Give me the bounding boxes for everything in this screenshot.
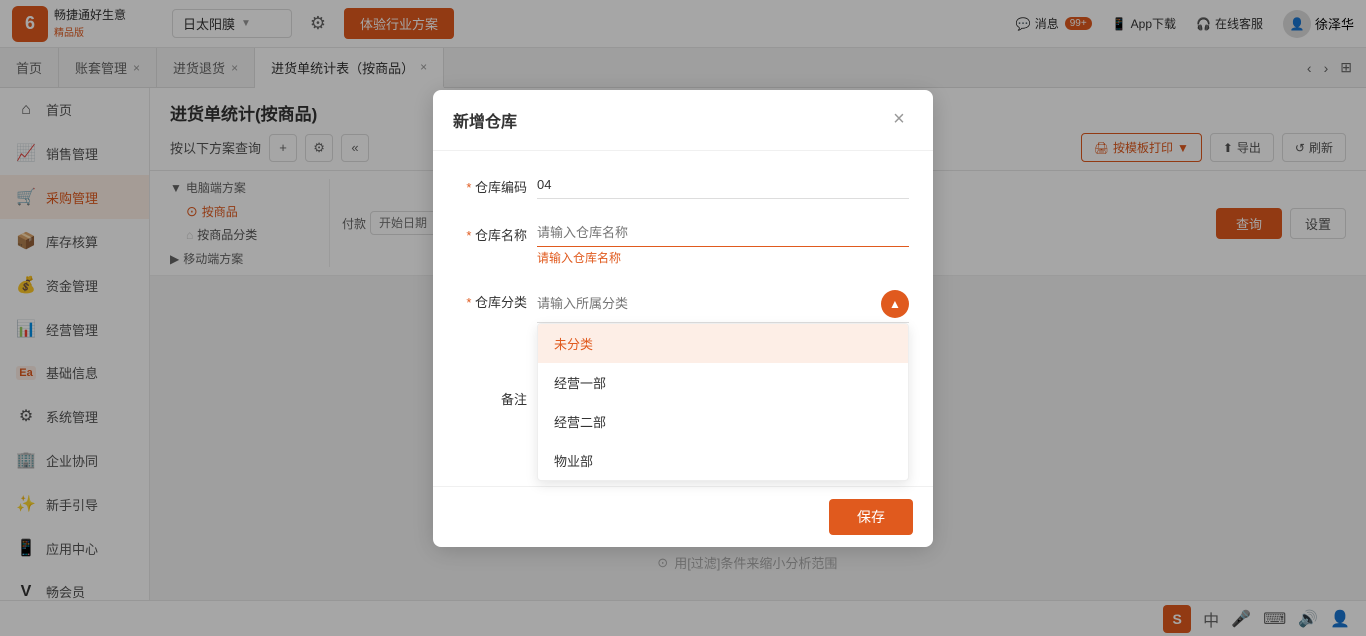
category-option-dept1[interactable]: 经营一部 bbox=[538, 363, 908, 402]
new-warehouse-dialog: 新增仓库 × 仓库编码 仓库名称 请输入仓库名称 bbox=[433, 90, 933, 547]
dialog-header: 新增仓库 × bbox=[433, 90, 933, 151]
dialog-overlay: 新增仓库 × 仓库编码 仓库名称 请输入仓库名称 bbox=[0, 0, 1366, 636]
dialog-close-button[interactable]: × bbox=[885, 106, 913, 134]
category-form-row: 仓库分类 ▲ 未分类 经营一部 经营二部 物业部 bbox=[457, 286, 909, 323]
note-label: 备注 bbox=[457, 383, 527, 408]
dialog-body: 仓库编码 仓库名称 请输入仓库名称 仓库分类 bbox=[433, 151, 933, 486]
category-toggle-button[interactable]: ▲ bbox=[881, 290, 909, 318]
code-field bbox=[537, 171, 909, 199]
name-label: 仓库名称 bbox=[457, 219, 527, 244]
category-dropdown: 未分类 经营一部 经营二部 物业部 bbox=[537, 323, 909, 481]
category-option-dept3[interactable]: 物业部 bbox=[538, 441, 908, 480]
category-field: ▲ 未分类 经营一部 经营二部 物业部 bbox=[537, 286, 909, 323]
code-input[interactable] bbox=[537, 171, 909, 199]
name-field: 请输入仓库名称 bbox=[537, 219, 909, 266]
category-label: 仓库分类 bbox=[457, 286, 527, 311]
code-label: 仓库编码 bbox=[457, 171, 527, 196]
code-form-row: 仓库编码 bbox=[457, 171, 909, 199]
category-input[interactable] bbox=[537, 296, 881, 311]
category-input-wrap: ▲ bbox=[537, 286, 909, 323]
category-option-unclassified[interactable]: 未分类 bbox=[538, 324, 908, 363]
name-form-row: 仓库名称 请输入仓库名称 bbox=[457, 219, 909, 266]
dialog-footer: 保存 bbox=[433, 486, 933, 547]
name-error-msg: 请输入仓库名称 bbox=[537, 249, 909, 266]
dialog-title: 新增仓库 bbox=[453, 108, 517, 132]
name-input[interactable] bbox=[537, 219, 909, 247]
save-button[interactable]: 保存 bbox=[829, 499, 913, 535]
category-option-dept2[interactable]: 经营二部 bbox=[538, 402, 908, 441]
